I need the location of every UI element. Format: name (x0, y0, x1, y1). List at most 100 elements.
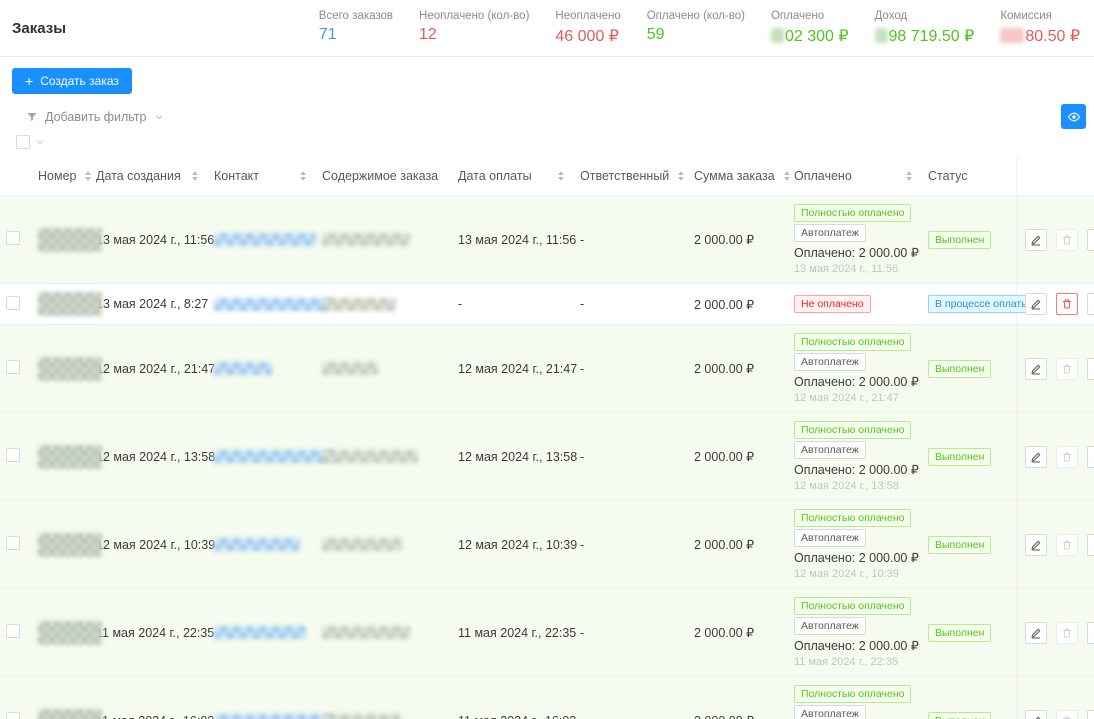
row-checkbox-cell (0, 412, 30, 501)
row-checkbox[interactable] (6, 712, 20, 719)
stat-label: Всего заказов (318, 10, 394, 22)
delete-button[interactable] (1055, 357, 1078, 380)
delete-button[interactable] (1055, 228, 1078, 251)
column-header-responsible[interactable]: Ответственный (572, 157, 686, 196)
trash-icon (1062, 364, 1071, 373)
censored-contact-link[interactable] (214, 626, 306, 639)
contact-cell (206, 500, 314, 589)
order-sum: 2 000.00 ₽ (694, 714, 754, 719)
row-checkbox[interactable] (6, 295, 20, 310)
row-actions-cell (1015, 588, 1094, 677)
censored-contact-link[interactable] (214, 714, 336, 719)
pencil-icon (1030, 235, 1040, 245)
pencil-icon (1030, 628, 1040, 638)
row-checkbox[interactable] (6, 360, 20, 374)
history-button[interactable] (1087, 621, 1094, 644)
history-button[interactable] (1087, 228, 1094, 251)
trash-icon (1062, 540, 1071, 549)
row-checkbox-cell (0, 283, 30, 325)
created-date: 11 мая 2024 г., 16:03 (96, 714, 214, 719)
row-actions-cell (1015, 195, 1094, 284)
censored-order-content (322, 297, 396, 311)
sort-icon (678, 171, 685, 181)
censored-order-number (38, 532, 102, 557)
stat-label: Комиссия (1000, 10, 1052, 22)
history-button[interactable] (1087, 293, 1094, 315)
stat-label: Неоплачено (кол-во) (419, 10, 530, 22)
payment-date-cell: 12 мая 2024 г., 13:58 (450, 412, 577, 501)
add-filter-control[interactable]: Добавить фильтр (26, 110, 1082, 124)
row-checkbox[interactable] (6, 448, 20, 462)
delete-button[interactable] (1055, 445, 1078, 468)
order-content-cell (314, 195, 450, 284)
fully-paid-badge: Полностью оплачено (794, 597, 912, 615)
responsible-value: - (580, 714, 584, 719)
column-header-paid[interactable]: Оплачено (786, 157, 920, 196)
pencil-icon (1030, 540, 1040, 550)
censored-order-content (322, 714, 400, 719)
payment-info-cell: Полностью оплачено Автоплатеж Оплачено: … (786, 324, 920, 413)
stat-value: 46 000 ₽ (555, 28, 619, 45)
column-visibility-button[interactable] (1061, 104, 1086, 129)
delete-button[interactable] (1055, 621, 1078, 644)
column-header-number[interactable]: Номер (30, 157, 92, 196)
edit-button[interactable] (1024, 357, 1047, 380)
table-row: 12 мая 2024 г., 10:39 12 мая 2024 г., 10… (0, 500, 1094, 589)
edit-button[interactable] (1024, 709, 1047, 719)
chevron-down-icon[interactable] (35, 137, 45, 147)
create-order-label: Создать заказ (40, 74, 119, 88)
censored-contact-link[interactable] (214, 297, 330, 311)
history-button[interactable] (1087, 709, 1094, 719)
autopay-badge: Автоплатеж (794, 224, 866, 242)
delete-button[interactable] (1055, 533, 1078, 556)
edit-button[interactable] (1024, 228, 1047, 251)
stat-paid-sum: Оплачено 02 300 ₽ (770, 10, 849, 46)
delete-button[interactable] (1055, 709, 1078, 719)
row-checkbox-cell (0, 676, 30, 719)
stat-unpaid-sum: Неоплачено 46 000 ₽ (555, 10, 620, 46)
paid-amount-text: Оплачено: 2 000.00 ₽ (794, 246, 919, 260)
sort-icon (300, 171, 306, 181)
orders-page: Заказы Всего заказов 71 Неоплачено (кол-… (0, 0, 1094, 719)
row-checkbox[interactable] (6, 624, 20, 638)
delete-button[interactable] (1055, 293, 1078, 315)
order-content-cell (314, 283, 450, 325)
payment-date-cell: 13 мая 2024 г., 11:56 (450, 195, 576, 284)
edit-button[interactable] (1024, 293, 1047, 315)
payment-paid-block: Полностью оплачено Автоплатеж Оплачено: … (794, 204, 919, 275)
created-date-cell: 12 мая 2024 г., 13:58 (88, 412, 215, 501)
censored-digits (874, 28, 888, 43)
censored-contact-link[interactable] (214, 233, 316, 246)
select-all-checkbox[interactable] (16, 135, 30, 149)
column-header-pay-date[interactable]: Дата оплаты (450, 157, 572, 196)
edit-button[interactable] (1024, 621, 1047, 644)
column-header-sum[interactable]: Сумма заказа (686, 157, 790, 196)
status-badge: Выполнен (928, 230, 992, 249)
row-checkbox[interactable] (6, 536, 20, 550)
history-button[interactable] (1087, 533, 1094, 556)
create-order-button[interactable]: + Создать заказ (12, 68, 132, 94)
created-date-cell: 11 мая 2024 г., 22:35 (88, 588, 214, 677)
row-checkbox[interactable] (6, 231, 20, 245)
column-header-contact[interactable]: Контакт (206, 157, 314, 196)
edit-button[interactable] (1024, 445, 1047, 468)
unpaid-badge: Не оплачено (794, 295, 871, 313)
edit-button[interactable] (1024, 533, 1047, 556)
history-button[interactable] (1087, 357, 1094, 380)
stat-commission: Комиссия 80.50 ₽ (1000, 10, 1080, 46)
censored-digits (770, 28, 784, 43)
column-header-created[interactable]: Дата создания (88, 157, 206, 196)
censored-contact-link[interactable] (214, 362, 272, 375)
payment-date-cell: 11 мая 2024 г., 16:03 (450, 676, 576, 719)
censored-contact-link[interactable] (214, 538, 300, 551)
order-number-cell (30, 500, 102, 589)
status-cell: Выполнен (920, 195, 1016, 284)
header-checkbox-cell (0, 157, 30, 196)
history-button[interactable] (1087, 445, 1094, 468)
payment-date: 11 мая 2024 г., 22:35 (458, 625, 577, 640)
add-filter-label: Добавить фильтр (45, 110, 147, 124)
table-row: 12 мая 2024 г., 21:47 12 мая 2024 г., 21… (0, 324, 1094, 413)
status-badge: Выполнен (928, 535, 992, 554)
censored-contact-link[interactable] (214, 450, 336, 463)
order-sum-cell: 2 000.00 ₽ (686, 195, 786, 284)
